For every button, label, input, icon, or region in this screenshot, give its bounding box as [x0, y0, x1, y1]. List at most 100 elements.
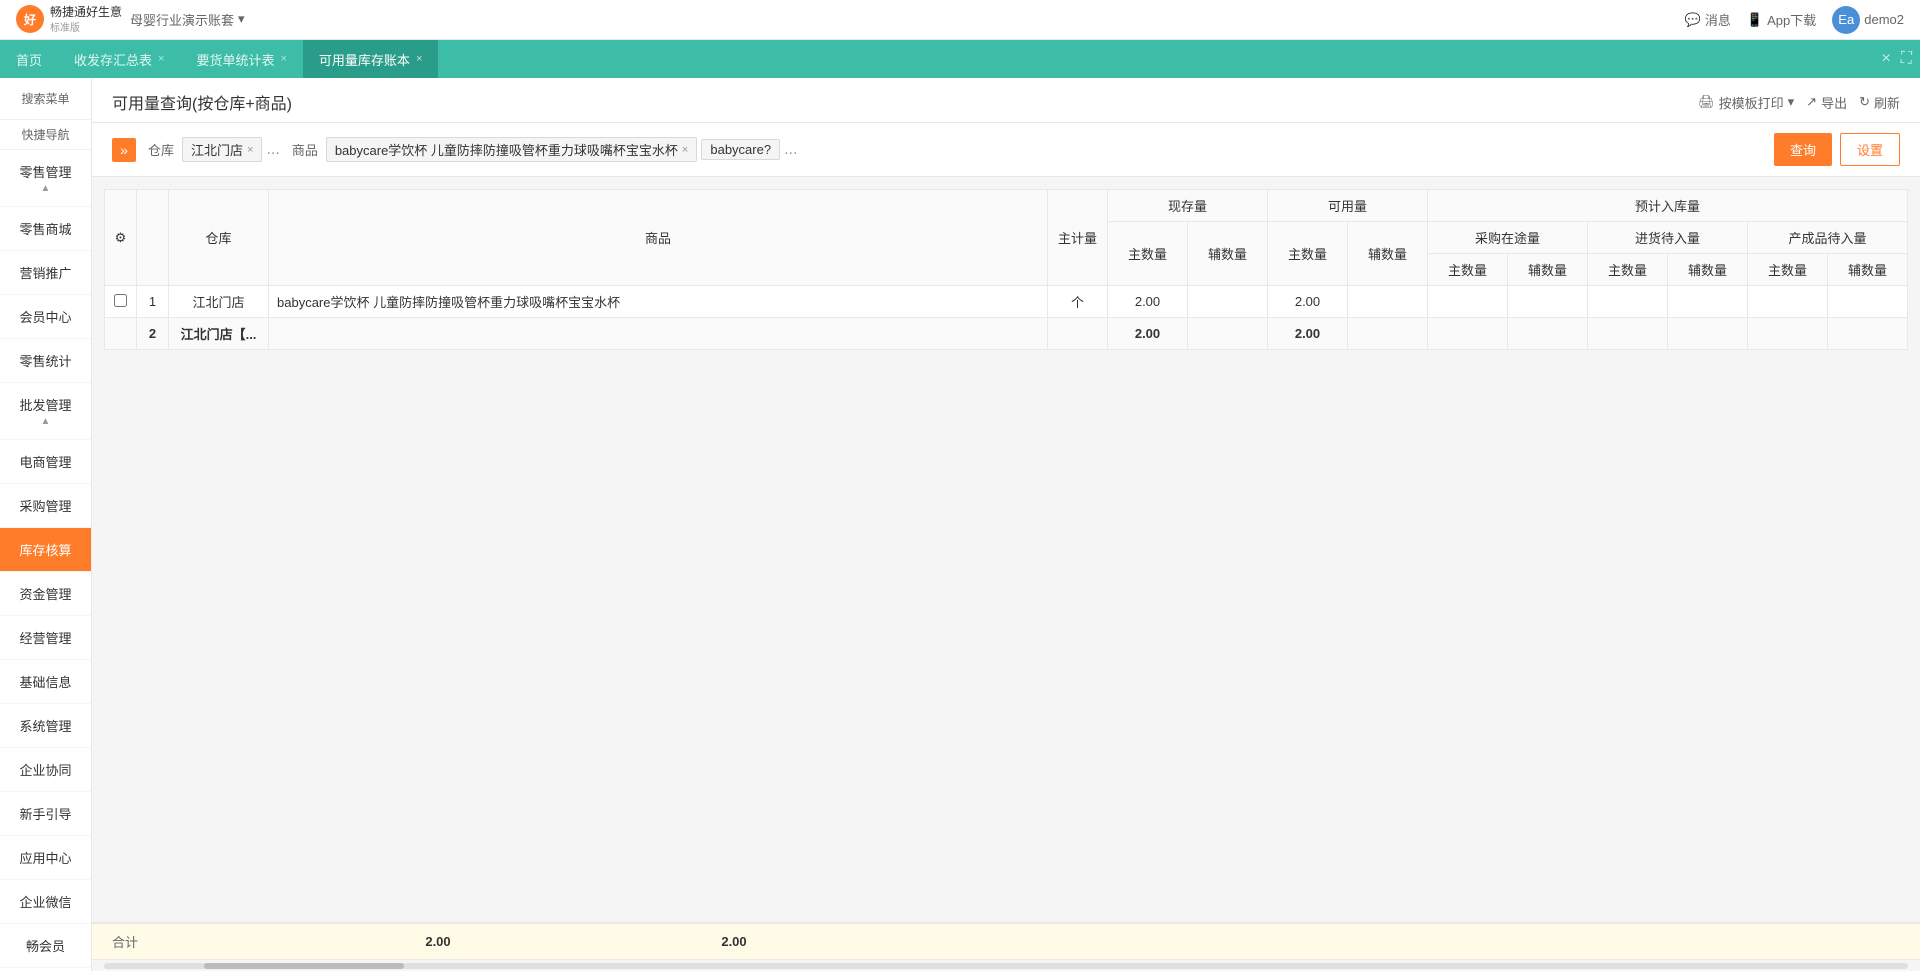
- sidebar-item-enterprise-wechat-label: 企业微信: [19, 892, 71, 911]
- goods-tag-0[interactable]: babycare学饮杯 儿童防摔防撞吸管杯重力球吸嘴杯宝宝水杯 ×: [326, 137, 698, 162]
- sidebar-item-inventory-mgmt-label: 库存核算: [19, 540, 71, 559]
- row1-pon-sub: [1508, 286, 1588, 318]
- refresh-btn[interactable]: ↻ 刷新: [1859, 93, 1900, 112]
- sidebar-item-member-program-label: 畅会员: [26, 936, 65, 955]
- warehouse-filter-more[interactable]: ...: [266, 141, 279, 159]
- scroll-bar-track[interactable]: [104, 963, 1908, 969]
- warehouse-filter-group: 仓库 江北门店 × ...: [148, 137, 280, 162]
- orders-tab-close[interactable]: ×: [280, 53, 286, 65]
- filter-expand-btn[interactable]: »: [112, 138, 136, 162]
- row1-checkbox[interactable]: [114, 294, 127, 307]
- scroll-bar-thumb[interactable]: [204, 963, 404, 969]
- th-purchase-in-transit: 进货待入量: [1588, 222, 1748, 254]
- top-bar-left: 好 畅捷通好生意 标准版 母婴行业演示账套 ▾: [16, 5, 245, 34]
- message-icon: 💬: [1685, 12, 1701, 28]
- query-btn[interactable]: 查询: [1774, 133, 1832, 166]
- goods-tag-1[interactable]: babycare?: [701, 139, 780, 160]
- sidebar-item-retail-mall[interactable]: 零售商城: [0, 207, 91, 251]
- inventory-tab-close[interactable]: ×: [416, 53, 422, 65]
- logo-text-block: 畅捷通好生意 标准版: [50, 5, 122, 34]
- sidebar-item-retail-label: 零售管理: [19, 162, 71, 181]
- sidebar-item-retail-stats[interactable]: 零售统计: [0, 339, 91, 383]
- warehouse-tag-0-text: 江北门店: [191, 140, 243, 159]
- goods-tag-0-text: babycare学饮杯 儿童防摔防撞吸管杯重力球吸嘴杯宝宝水杯: [335, 140, 678, 159]
- sidebar: 搜索菜单 快捷导航 零售管理 ▲ 零售商城 营销推广 会员中心 零售统计 批发管…: [0, 78, 92, 971]
- sidebar-item-app-center[interactable]: 应用中心: [0, 836, 91, 880]
- tab-receipts[interactable]: 收发存汇总表 ×: [58, 40, 180, 78]
- user-profile[interactable]: Ea demo2: [1832, 6, 1904, 34]
- row2-stock-sub: [1188, 318, 1268, 350]
- receipts-tab-close[interactable]: ×: [158, 53, 164, 65]
- goods-tag-0-close[interactable]: ×: [682, 144, 688, 156]
- th-stock-main: 主数量: [1108, 222, 1188, 286]
- row1-pit-sub: [1668, 286, 1748, 318]
- table-row: 2 江北门店【... 2.00 2.00: [105, 318, 1908, 350]
- table-row: 1 江北门店 babycare学饮杯 儿童防摔防撞吸管杯重力球吸嘴杯宝宝水杯 个…: [105, 286, 1908, 318]
- sidebar-item-member-program[interactable]: 畅会员: [0, 924, 91, 968]
- tab-home[interactable]: 首页: [0, 40, 58, 78]
- filter-bar: » 仓库 江北门店 × ... 商品 babycare学饮杯 儿童防摔防撞吸管杯…: [92, 123, 1920, 177]
- sidebar-item-enterprise-wechat[interactable]: 企业微信: [0, 880, 91, 924]
- footer-label: 合计: [112, 932, 262, 951]
- sidebar-item-purchase[interactable]: 采购管理: [0, 484, 91, 528]
- sidebar-item-wholesale-label: 批发管理: [19, 395, 71, 414]
- sidebar-item-operations[interactable]: 经营管理: [0, 616, 91, 660]
- th-main-unit: 主计量: [1048, 190, 1108, 286]
- industry-label: 母婴行业演示账套: [130, 10, 234, 29]
- goods-filter-more[interactable]: ...: [784, 141, 797, 159]
- row1-stock-sub: [1188, 286, 1268, 318]
- row1-warehouse: 江北门店: [169, 286, 269, 318]
- warehouse-tag-0[interactable]: 江北门店 ×: [182, 137, 262, 162]
- row2-pit-sub: [1668, 318, 1748, 350]
- app-download-btn[interactable]: 📱 App下载: [1747, 10, 1816, 29]
- th-settings: ⚙: [105, 190, 137, 286]
- row2-avail-sub: [1348, 318, 1428, 350]
- tab-orders[interactable]: 要货单统计表 ×: [180, 40, 302, 78]
- row2-pp-sub: [1828, 318, 1908, 350]
- settings-btn[interactable]: 设置: [1840, 133, 1900, 166]
- row1-unit: 个: [1048, 286, 1108, 318]
- warehouse-tag-0-close[interactable]: ×: [247, 144, 253, 156]
- tab-inventory[interactable]: 可用量库存账本 ×: [303, 40, 438, 78]
- template-print-btn[interactable]: 🖨 按模板打印 ▾: [1698, 93, 1794, 112]
- logo-area: 好 畅捷通好生意 标准版: [16, 5, 122, 34]
- message-label: 消息: [1705, 10, 1731, 29]
- th-warehouse: 仓库: [169, 190, 269, 286]
- row1-pp-sub: [1828, 286, 1908, 318]
- message-btn[interactable]: 💬 消息: [1685, 10, 1731, 29]
- sidebar-item-ecommerce[interactable]: 电商管理: [0, 440, 91, 484]
- filter-actions: 查询 设置: [1774, 133, 1900, 166]
- row1-no: 1: [137, 286, 169, 318]
- sidebar-item-basic-label: 基础信息: [19, 672, 71, 691]
- quick-nav-btn[interactable]: 快捷导航: [0, 120, 91, 150]
- close-all-btn[interactable]: ×: [1881, 50, 1890, 68]
- search-menu-btn[interactable]: 搜索菜单: [8, 86, 83, 111]
- row1-check[interactable]: [105, 286, 137, 318]
- sidebar-search: 搜索菜单: [0, 78, 91, 120]
- row2-check[interactable]: [105, 318, 137, 350]
- export-btn[interactable]: ↗ 导出: [1806, 93, 1847, 112]
- sidebar-item-wholesale[interactable]: 批发管理 ▲: [0, 383, 91, 440]
- sidebar-item-enterprise[interactable]: 企业协同: [0, 748, 91, 792]
- industry-select[interactable]: 母婴行业演示账套 ▾: [130, 10, 245, 29]
- app-download-label: App下载: [1767, 10, 1816, 29]
- sidebar-item-finance[interactable]: 资金管理: [0, 572, 91, 616]
- sidebar-item-member[interactable]: 会员中心: [0, 295, 91, 339]
- th-no: [137, 190, 169, 286]
- chevron-down-icon: ▾: [1788, 94, 1795, 110]
- sidebar-item-new-guide[interactable]: 新手引导: [0, 792, 91, 836]
- th-purchase-on-way-main: 主数量: [1428, 254, 1508, 286]
- printer-icon: 🖨: [1698, 94, 1715, 110]
- orders-tab-label: 要货单统计表: [196, 50, 274, 69]
- export-icon: ↗: [1806, 94, 1817, 110]
- sidebar-item-system[interactable]: 系统管理: [0, 704, 91, 748]
- maximize-btn[interactable]: ⛶: [1901, 50, 1912, 68]
- th-purchase-on-way: 采购在途量: [1428, 222, 1588, 254]
- sidebar-item-basic[interactable]: 基础信息: [0, 660, 91, 704]
- sidebar-item-new-guide-label: 新手引导: [19, 804, 71, 823]
- row1-pit-main: [1588, 286, 1668, 318]
- sidebar-item-inventory-mgmt[interactable]: 库存核算: [0, 528, 91, 572]
- sidebar-item-marketing[interactable]: 营销推广: [0, 251, 91, 295]
- th-product-pending: 产成品待入量: [1748, 222, 1908, 254]
- sidebar-item-retail[interactable]: 零售管理 ▲: [0, 150, 91, 207]
